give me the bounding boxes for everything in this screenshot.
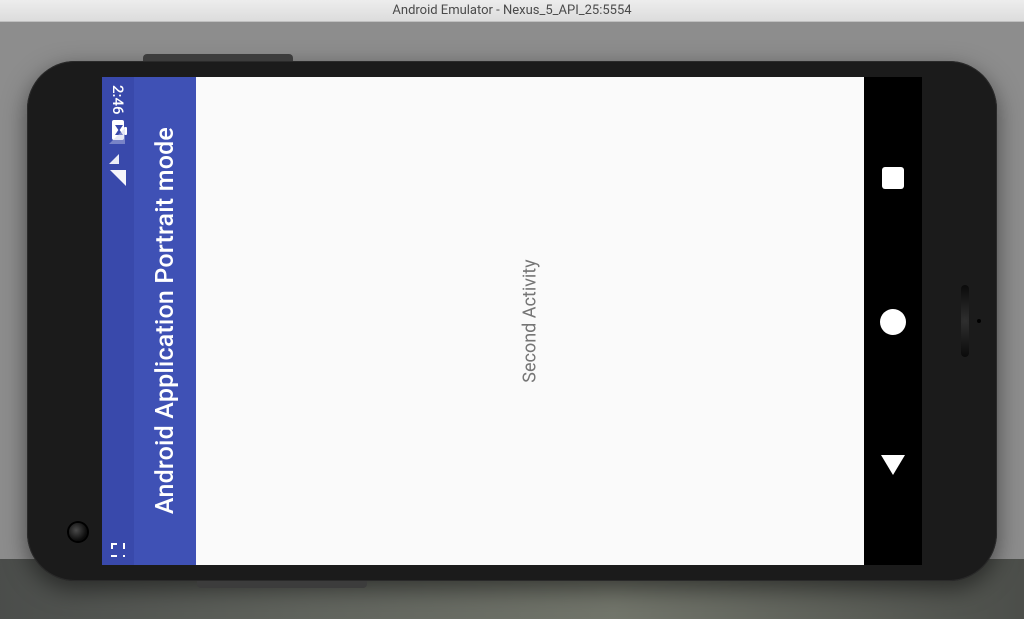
earpiece-speaker [961,285,969,357]
activity-content: Second Activity [196,77,864,565]
microphone-hole [977,319,981,323]
window-title: Android Emulator - Nexus_5_API_25:5554 [392,3,631,18]
status-clock: 2:46 [109,85,127,115]
cellular-signal-background-icon [109,128,125,144]
recent-apps-button[interactable] [882,167,904,189]
cellular-signal-icon [109,154,119,164]
back-button[interactable] [881,455,905,475]
app-bar: Android Application Portrait mode [134,77,196,565]
navigation-bar [864,77,922,565]
emulator-background: 2:46 Android Application [0,22,1024,619]
status-right-cluster: 2:46 [109,85,127,187]
status-bar[interactable]: 2:46 [102,77,134,565]
device-frame: 2:46 Android Application [27,61,997,581]
status-left-cluster [111,543,125,557]
front-camera [69,523,87,541]
power-button[interactable] [143,54,293,61]
device-screen: 2:46 Android Application [102,77,922,565]
app-bar-title: Android Application Portrait mode [151,127,180,514]
home-button[interactable] [880,309,906,335]
volume-rocker[interactable] [197,581,367,588]
wifi-icon [110,170,126,186]
content-label: Second Activity [520,259,541,382]
fullscreen-exit-icon [111,543,125,557]
window-titlebar[interactable]: Android Emulator - Nexus_5_API_25:5554 [0,0,1024,22]
